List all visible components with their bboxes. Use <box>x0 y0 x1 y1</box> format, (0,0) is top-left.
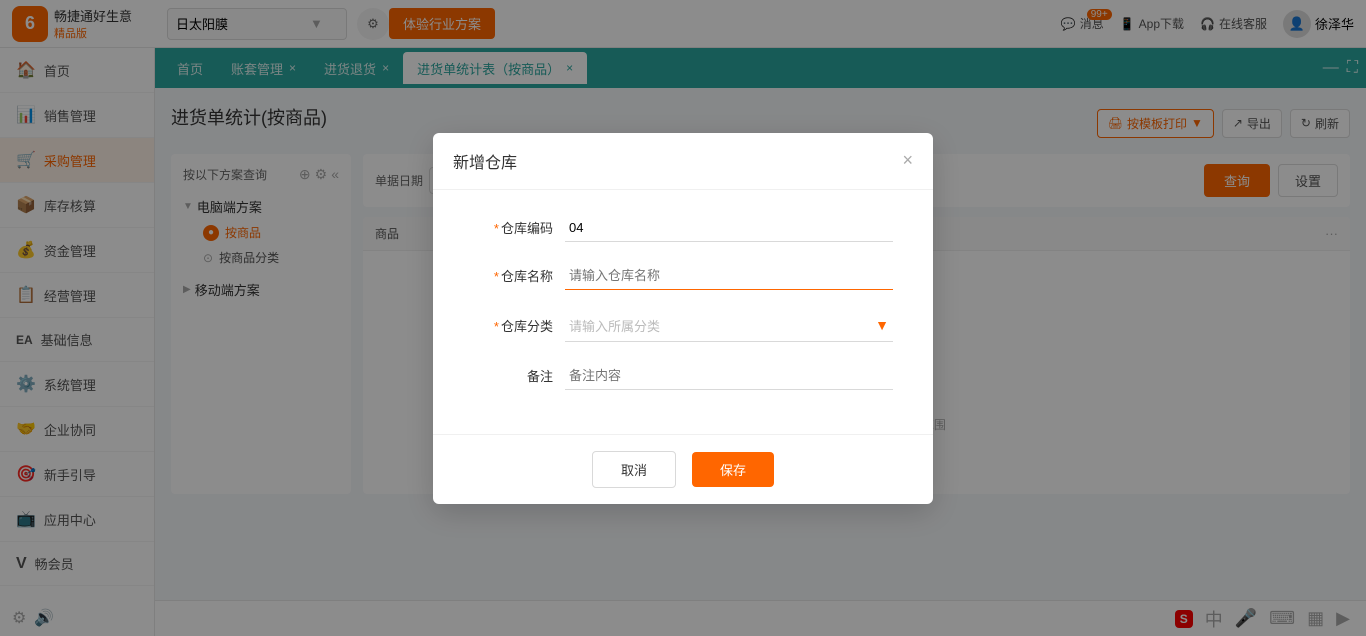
form-row-remark: 备注 <box>473 362 893 390</box>
warehouse-category-placeholder: 请输入所属分类 <box>569 316 660 335</box>
warehouse-category-select[interactable]: 请输入所属分类 ▼ <box>565 310 893 342</box>
warehouse-name-label: 仓库名称 <box>473 266 553 285</box>
form-row-warehouse-code: 仓库编码 <box>473 214 893 242</box>
warehouse-name-input[interactable] <box>565 262 893 290</box>
warehouse-code-input[interactable] <box>565 214 893 242</box>
modal-header: 新增仓库 × <box>433 133 933 190</box>
warehouse-category-label: 仓库分类 <box>473 316 553 335</box>
modal-overlay: 新增仓库 × 仓库编码 仓库名称 仓库分类 请输入所属分类 ▼ <box>0 0 1366 636</box>
remark-input[interactable] <box>565 362 893 390</box>
modal-close-button[interactable]: × <box>902 150 913 171</box>
modal-title: 新增仓库 <box>453 149 517 173</box>
warehouse-category-arrow: ▼ <box>875 317 889 333</box>
modal-body: 仓库编码 仓库名称 仓库分类 请输入所属分类 ▼ 备注 <box>433 190 933 434</box>
form-row-warehouse-category: 仓库分类 请输入所属分类 ▼ <box>473 310 893 342</box>
form-row-warehouse-name: 仓库名称 <box>473 262 893 290</box>
save-button[interactable]: 保存 <box>692 452 774 487</box>
modal-footer: 取消 保存 <box>433 434 933 504</box>
cancel-button[interactable]: 取消 <box>592 451 676 488</box>
warehouse-code-label: 仓库编码 <box>473 218 553 237</box>
remark-label: 备注 <box>473 366 553 385</box>
add-warehouse-modal: 新增仓库 × 仓库编码 仓库名称 仓库分类 请输入所属分类 ▼ <box>433 133 933 504</box>
